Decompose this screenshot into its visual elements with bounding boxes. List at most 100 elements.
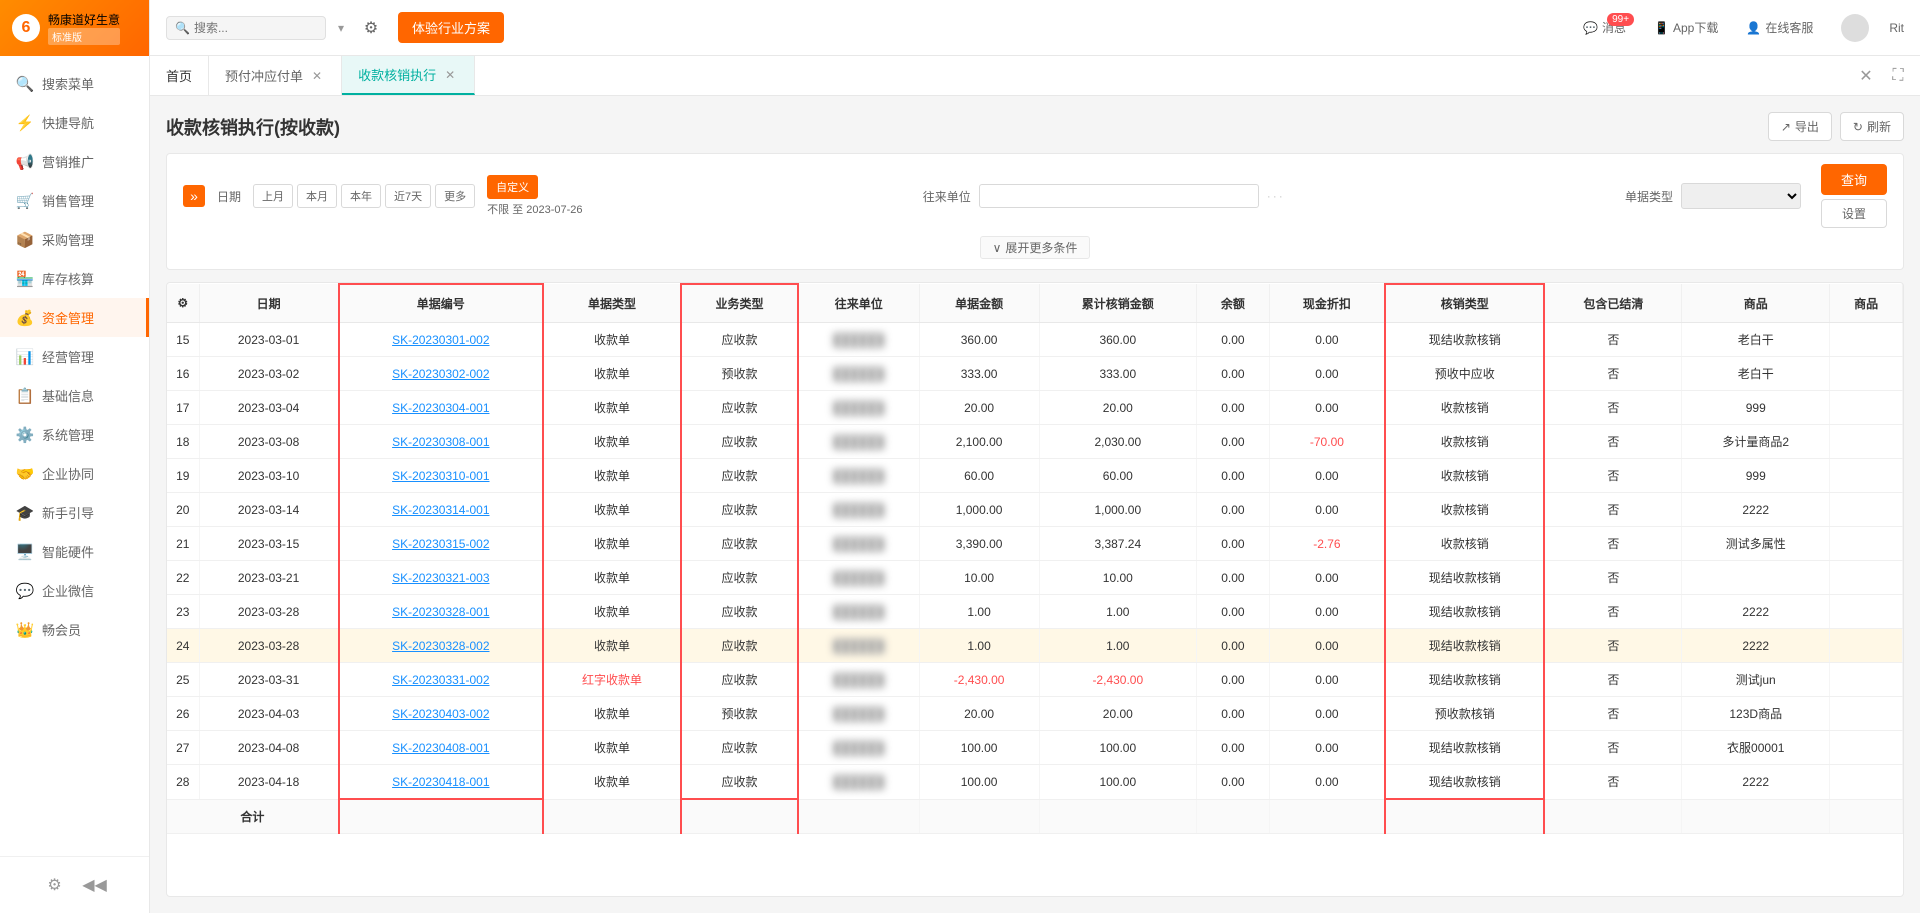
doc-link-5[interactable]: SK-20230314-001	[392, 503, 489, 517]
cell-docno-8: SK-20230328-001	[339, 595, 543, 629]
date-quick-buttons: 上月本月本年近7天更多	[253, 184, 475, 208]
topbar: 🔍 ▾ ⚙ 体验行业方案 💬 消息 99+ 📱 App下载 👤 在线客服 Rit	[150, 0, 1920, 56]
doc-link-13[interactable]: SK-20230418-001	[392, 775, 489, 789]
cell-canceltype-6: 收款核销	[1385, 527, 1544, 561]
online-service-button[interactable]: 👤 在线客服	[1746, 19, 1813, 36]
doc-link-9[interactable]: SK-20230328-002	[392, 639, 489, 653]
cell-doctype-0: 收款单	[543, 323, 681, 357]
collapse-icon[interactable]: ◀◀	[79, 869, 111, 901]
sidebar-icon-corp: 🤝	[16, 465, 34, 483]
th-settings: ⚙	[167, 284, 199, 323]
sidebar-item-purchase[interactable]: 📦采购管理	[0, 220, 149, 259]
sidebar-bottom: ⚙ ◀◀	[0, 856, 149, 913]
cell-cancelamt-2: 20.00	[1039, 391, 1197, 425]
cell-doctype-8: 收款单	[543, 595, 681, 629]
filter-expand-icon[interactable]: »	[183, 185, 205, 207]
sidebar-item-wechat[interactable]: 💬企业微信	[0, 571, 149, 610]
cell-idx-7: 22	[167, 561, 199, 595]
more-options-icon[interactable]: ···	[1267, 189, 1285, 203]
page-header: 收款核销执行(按收款) ↗ 导出 ↻ 刷新	[166, 112, 1904, 141]
search-box[interactable]: 🔍	[166, 16, 326, 40]
sidebar-item-quick[interactable]: ⚡快捷导航	[0, 103, 149, 142]
refresh-button[interactable]: ↻ 刷新	[1840, 112, 1904, 141]
cell-canceltype-0: 现结收款核销	[1385, 323, 1544, 357]
date-btn-更多[interactable]: 更多	[435, 184, 475, 208]
filter-settings-button[interactable]: 设置	[1821, 199, 1887, 228]
sidebar-item-search[interactable]: 🔍搜索菜单	[0, 64, 149, 103]
doc-link-8[interactable]: SK-20230328-001	[392, 605, 489, 619]
sidebar-item-guide[interactable]: 🎓新手引导	[0, 493, 149, 532]
sidebar-item-system[interactable]: ⚙️系统管理	[0, 415, 149, 454]
tab-close-payable[interactable]: ✕	[309, 68, 325, 84]
cell-discount-8: 0.00	[1269, 595, 1385, 629]
expand-more-button[interactable]: ∨ 展开更多条件	[980, 236, 1091, 259]
doc-link-2[interactable]: SK-20230304-001	[392, 401, 489, 415]
sidebar-item-marketing[interactable]: 📢营销推广	[0, 142, 149, 181]
date-btn-近7天[interactable]: 近7天	[385, 184, 431, 208]
cell-settled-12: 否	[1544, 731, 1681, 765]
cell-docno-7: SK-20230321-003	[339, 561, 543, 595]
sidebar-item-finance[interactable]: 💰资金管理	[0, 298, 149, 337]
search-input[interactable]	[194, 21, 294, 35]
cell-discount-3: -70.00	[1269, 425, 1385, 459]
table-header: ⚙ 日期 单据编号 单据类型 业务类型 往来单位 单据金额 累计核销金额 余额 …	[167, 284, 1903, 323]
doc-link-1[interactable]: SK-20230302-002	[392, 367, 489, 381]
cell-docno-2: SK-20230304-001	[339, 391, 543, 425]
cell-cancelamt-3: 2,030.00	[1039, 425, 1197, 459]
doc-link-12[interactable]: SK-20230408-001	[392, 741, 489, 755]
avatar[interactable]	[1841, 14, 1869, 42]
tab-close-receipt[interactable]: ✕	[442, 67, 458, 83]
close-tab-icon[interactable]: ✕	[1852, 62, 1880, 90]
date-btn-本年[interactable]: 本年	[341, 184, 381, 208]
sidebar-item-basic[interactable]: 📋基础信息	[0, 376, 149, 415]
solution-button[interactable]: 体验行业方案	[398, 12, 504, 43]
doc-link-6[interactable]: SK-20230315-002	[392, 537, 489, 551]
doc-link-7[interactable]: SK-20230321-003	[392, 571, 489, 585]
sidebar-label-finance: 资金管理	[42, 308, 94, 327]
sidebar-item-corp[interactable]: 🤝企业协同	[0, 454, 149, 493]
doc-link-11[interactable]: SK-20230403-002	[392, 707, 489, 721]
cell-cancelamt-10: -2,430.00	[1039, 663, 1197, 697]
sidebar-label-purchase: 采购管理	[42, 230, 94, 249]
cell-doctype-13: 收款单	[543, 765, 681, 800]
custom-date-btn[interactable]: 自定义	[487, 175, 538, 199]
gear-icon[interactable]: ⚙	[356, 13, 386, 43]
cell-idx-1: 16	[167, 357, 199, 391]
table-row: 16 2023-03-02 SK-20230302-002 收款单 预收款 ██…	[167, 357, 1903, 391]
date-btn-上月[interactable]: 上月	[253, 184, 293, 208]
date-btn-本月[interactable]: 本月	[297, 184, 337, 208]
tab-payable[interactable]: 预付冲应付单✕	[209, 56, 342, 95]
counterpart-input[interactable]	[979, 184, 1259, 208]
cell-amount-4: 60.00	[919, 459, 1039, 493]
sidebar-item-operation[interactable]: 📊经营管理	[0, 337, 149, 376]
doc-link-3[interactable]: SK-20230308-001	[392, 435, 489, 449]
counterpart-label: 往来单位	[923, 188, 971, 205]
table-row: 15 2023-03-01 SK-20230301-002 收款单 应收款 ██…	[167, 323, 1903, 357]
cell-goods-9: 2222	[1682, 629, 1830, 663]
app-download-button[interactable]: 📱 App下载	[1654, 19, 1718, 36]
cell-counterpart-6: ██████	[798, 527, 919, 561]
sidebar-item-hardware[interactable]: 🖥️智能硬件	[0, 532, 149, 571]
export-button[interactable]: ↗ 导出	[1768, 112, 1832, 141]
sidebar-item-member[interactable]: 👑畅会员	[0, 610, 149, 649]
content: 收款核销执行(按收款) ↗ 导出 ↻ 刷新 » 日期 上月本月本年近7天更多	[150, 96, 1920, 913]
doc-link-10[interactable]: SK-20230331-002	[392, 673, 489, 687]
cell-goods-7	[1682, 561, 1830, 595]
settings-bottom-icon[interactable]: ⚙	[39, 869, 71, 901]
expand-tab-icon[interactable]: ⛶	[1884, 62, 1912, 90]
cell-balance-2: 0.00	[1197, 391, 1270, 425]
tab-receipt[interactable]: 收款核销执行✕	[342, 56, 475, 95]
query-button[interactable]: 查询	[1821, 164, 1887, 195]
cell-canceltype-4: 收款核销	[1385, 459, 1544, 493]
message-button[interactable]: 💬 消息 99+	[1583, 19, 1626, 36]
doc-link-4[interactable]: SK-20230310-001	[392, 469, 489, 483]
sidebar-item-sales[interactable]: 🛒销售管理	[0, 181, 149, 220]
cell-date-9: 2023-03-28	[199, 629, 339, 663]
search-chevron-icon[interactable]: ▾	[338, 21, 344, 35]
cell-goods-3: 多计量商品2	[1682, 425, 1830, 459]
tab-home[interactable]: 首页	[150, 56, 209, 95]
doc-type-select[interactable]	[1681, 183, 1801, 209]
sidebar-item-inventory[interactable]: 🏪库存核算	[0, 259, 149, 298]
cell-cancelamt-1: 333.00	[1039, 357, 1197, 391]
doc-link-0[interactable]: SK-20230301-002	[392, 333, 489, 347]
